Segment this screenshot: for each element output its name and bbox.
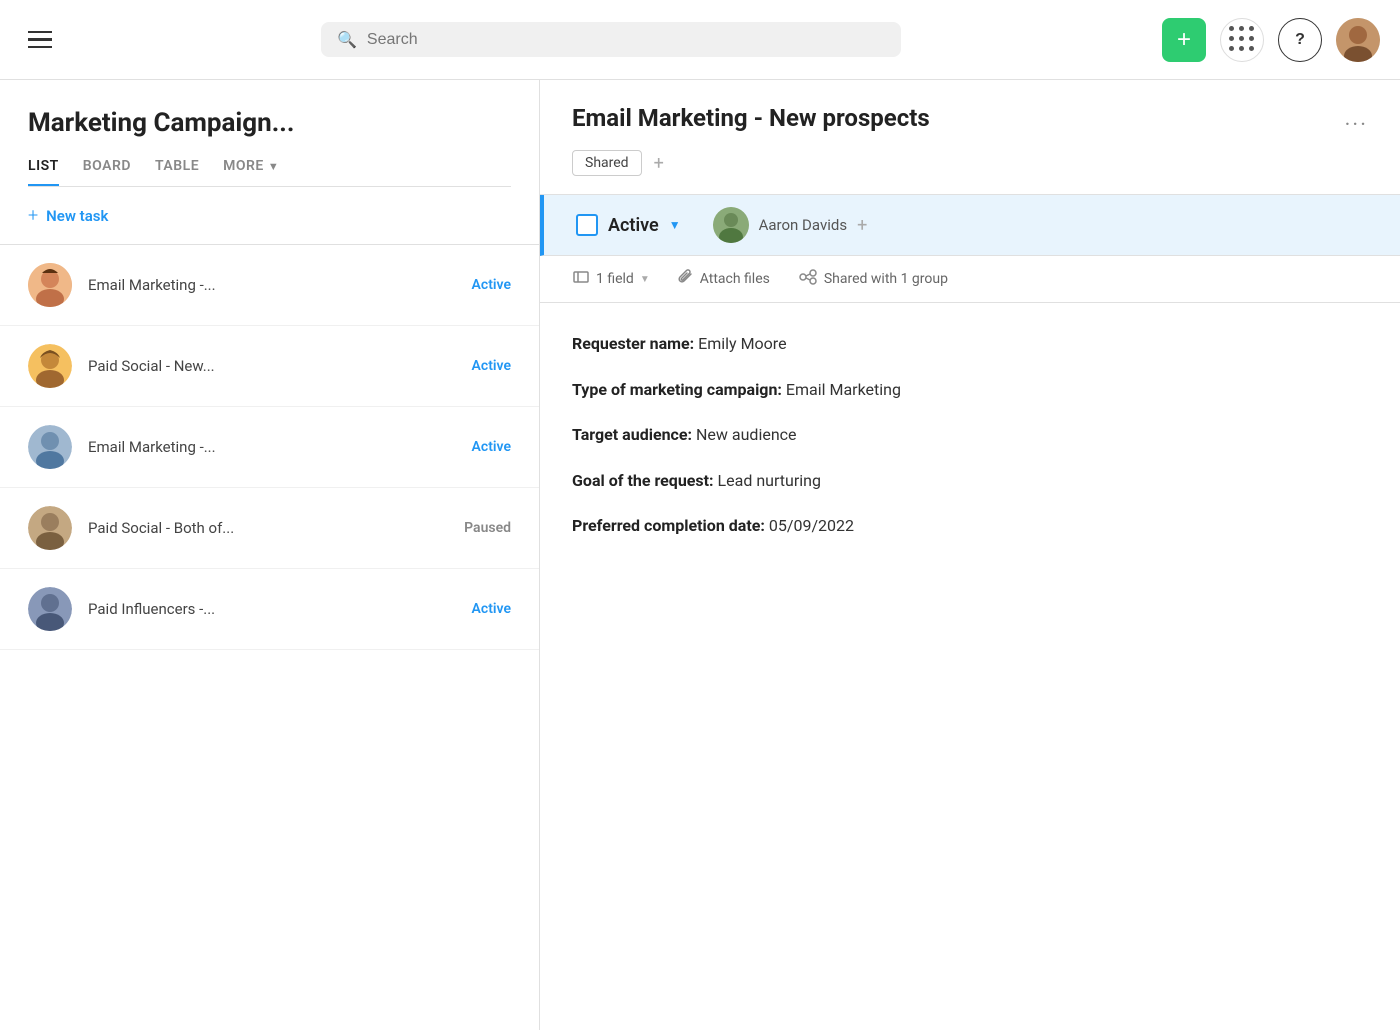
search-bar: 🔍 [321,22,901,57]
task-name: Paid Influencers -... [88,600,456,618]
completion-date-label: Preferred completion date: [572,516,765,535]
status-badge: Active [472,601,511,617]
attach-label: Attach files [700,271,770,287]
add-assignee-button[interactable]: + [857,215,867,236]
campaign-type-value-text: Email Marketing [786,380,901,399]
toolbar-row: 1 field ▼ Attach files [540,256,1400,303]
audience-label: Target audience: [572,425,692,444]
new-task-label: New task [46,207,108,225]
top-nav: 🔍 + ? [0,0,1400,80]
task-row[interactable]: Paid Social - Both of... Paused [0,488,539,569]
avatar [28,587,72,631]
goal-value-text: Lead nurturing [718,471,821,490]
status-badge: Active [472,277,511,293]
shared-label: Shared with 1 group [824,271,948,287]
new-task-row[interactable]: + New task [0,187,539,245]
help-button[interactable]: ? [1278,18,1322,62]
field-dropdown-icon: ▼ [640,274,650,285]
more-options-button[interactable]: ... [1345,106,1368,131]
hamburger-menu-button[interactable] [20,20,60,60]
tag-row: Shared + [572,150,1368,194]
assignee-name: Aaron Davids [759,216,847,234]
task-list: Email Marketing -... Active Paid Social … [0,245,539,1030]
nav-right: + ? [1162,18,1380,62]
share-icon [798,269,818,289]
user-avatar[interactable] [1336,18,1380,62]
task-name: Paid Social - New... [88,357,456,375]
view-tabs: LIST BOARD TABLE MORE ▼ [28,158,511,186]
left-panel: Marketing Campaign... LIST BOARD TABLE M… [0,80,540,1030]
detail-goal: Goal of the request: Lead nurturing [572,468,1368,494]
task-row[interactable]: Email Marketing -... Active [0,245,539,326]
status-checkbox [576,214,598,236]
add-button[interactable]: + [1162,18,1206,62]
avatar [28,344,72,388]
requester-label: Requester name: [572,334,694,353]
main-content: Marketing Campaign... LIST BOARD TABLE M… [0,80,1400,1030]
status-selector[interactable]: Active ▼ [576,214,681,236]
status-dropdown-icon: ▼ [669,218,681,232]
assignee-row[interactable]: Aaron Davids + [713,207,868,243]
avatar [28,263,72,307]
details-section: Requester name: Emily Moore Type of mark… [540,303,1400,587]
add-tag-button[interactable]: + [654,153,664,174]
goal-label: Goal of the request: [572,471,714,490]
task-row[interactable]: Paid Social - New... Active [0,326,539,407]
avatar [28,506,72,550]
detail-requester: Requester name: Emily Moore [572,331,1368,357]
detail-title-row: Email Marketing - New prospects ... [572,104,1368,132]
project-title: Marketing Campaign... [28,108,511,138]
assignee-avatar [713,207,749,243]
campaign-type-label: Type of marketing campaign: [572,380,782,399]
left-panel-header: Marketing Campaign... LIST BOARD TABLE M… [0,80,539,186]
field-button[interactable]: 1 field ▼ [572,268,650,290]
task-row[interactable]: Email Marketing -... Active [0,407,539,488]
status-label: Active [608,215,659,236]
completion-date-value-text: 05/09/2022 [769,516,854,535]
tab-board[interactable]: BOARD [83,158,131,186]
right-panel: Email Marketing - New prospects ... Shar… [540,80,1400,1030]
search-icon: 🔍 [337,30,357,49]
apps-grid-icon [1229,26,1256,53]
tab-list[interactable]: LIST [28,158,59,186]
detail-campaign-type: Type of marketing campaign: Email Market… [572,377,1368,403]
field-icon [572,268,590,290]
shared-tag[interactable]: Shared [572,150,642,176]
detail-audience: Target audience: New audience [572,422,1368,448]
right-panel-header: Email Marketing - New prospects ... Shar… [540,80,1400,195]
detail-title: Email Marketing - New prospects [572,104,930,132]
attach-icon [678,268,694,290]
task-name: Email Marketing -... [88,276,456,294]
avatar [28,425,72,469]
attach-files-button[interactable]: Attach files [678,268,770,290]
status-badge: Active [472,439,511,455]
status-badge: Active [472,358,511,374]
field-label: 1 field [596,271,634,287]
status-assignee-row: Active ▼ Aaron Davids + [540,195,1400,256]
new-task-plus-icon: + [28,205,38,226]
nav-left [20,20,60,60]
task-name: Paid Social - Both of... [88,519,448,537]
search-input[interactable] [367,31,885,49]
audience-value-text: New audience [696,425,797,444]
status-badge: Paused [464,520,511,536]
tab-more[interactable]: MORE ▼ [223,158,279,186]
task-row[interactable]: Paid Influencers -... Active [0,569,539,650]
requester-value-text: Emily Moore [698,334,786,353]
tab-table[interactable]: TABLE [155,158,199,186]
apps-button[interactable] [1220,18,1264,62]
detail-completion-date: Preferred completion date: 05/09/2022 [572,513,1368,539]
shared-group-button[interactable]: Shared with 1 group [798,269,948,289]
task-name: Email Marketing -... [88,438,456,456]
